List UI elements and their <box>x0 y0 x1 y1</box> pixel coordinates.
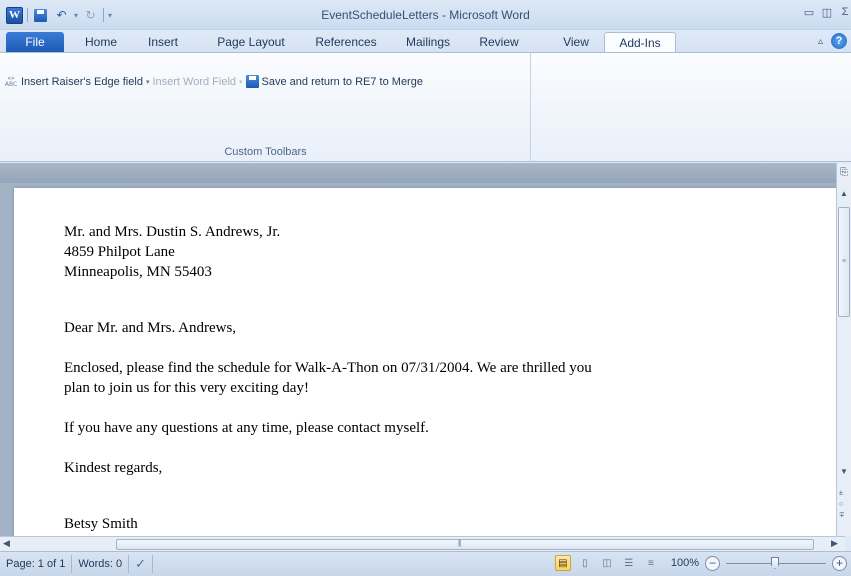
insert-re-field-label: Insert Raiser's Edge field <box>21 75 143 88</box>
paragraph-line: Enclosed, please find the schedule for W… <box>64 360 592 376</box>
paragraph-line: If you have any questions at any time, p… <box>64 420 429 436</box>
minimize-icon[interactable]: ▭ <box>803 6 815 19</box>
signature: Betsy Smith <box>64 516 138 532</box>
tab-mailings[interactable]: Mailings <box>396 32 460 52</box>
zoom-slider-knob[interactable] <box>771 557 779 569</box>
field-abc-icon: «» ABC <box>4 74 18 88</box>
vertical-scroll-thumb[interactable]: ≡ <box>838 207 850 317</box>
tab-references[interactable]: References <box>308 32 384 52</box>
window-controls: ▭ ◫ Σ <box>803 6 851 19</box>
chevron-down-icon: ▾ <box>145 78 150 86</box>
insert-word-field-label: Insert Word Field <box>152 75 237 88</box>
view-zoom-controls: ▤ ▯ ◫ ☰ ≡ 100% − + <box>554 555 847 571</box>
insert-raisers-edge-field-button[interactable]: «» ABC Insert Raiser's Edge field ▾ <box>4 74 150 88</box>
chevron-down-icon: ▾ <box>239 78 243 86</box>
outline-view-icon[interactable]: ☰ <box>621 555 637 571</box>
title-bar: W ↶ ▾ ↻ ▾ EventScheduleLetters - Microso… <box>0 0 851 30</box>
zoom-slider[interactable] <box>726 556 826 570</box>
save-return-merge-button[interactable]: Save and return to RE7 to Merge <box>245 75 423 88</box>
custom-toolbar-row: «» ABC Insert Raiser's Edge field ▾ Inser… <box>4 75 423 88</box>
print-layout-view-icon[interactable]: ▤ <box>554 555 571 571</box>
vertical-scrollbar[interactable]: ⎘ ▲ ≡ ▼ ± ○ ∓ <box>836 163 851 536</box>
close-icon[interactable]: Σ <box>839 6 851 19</box>
tab-home[interactable]: Home <box>78 32 124 52</box>
scroll-down-icon[interactable]: ▼ <box>837 467 851 481</box>
horizontal-scrollbar[interactable]: ◀ ||| ▶ <box>0 536 845 551</box>
help-icon[interactable]: ? <box>831 33 847 49</box>
view-ruler-icon[interactable]: ⎘ <box>837 167 851 181</box>
restore-icon[interactable]: ◫ <box>821 6 833 19</box>
scroll-right-icon[interactable]: ▶ <box>831 538 838 549</box>
status-bar: Page: 1 of 1 Words: 0 ✓ ▤ ▯ ◫ ☰ ≡ 100% −… <box>0 551 851 576</box>
tab-view[interactable]: View <box>556 32 596 52</box>
page-count[interactable]: Page: 1 of 1 <box>0 555 73 573</box>
closing: Kindest regards, <box>64 460 163 476</box>
document-page[interactable]: Mr. and Mrs. Dustin S. Andrews, Jr. 4859… <box>14 188 836 536</box>
full-screen-reading-icon[interactable]: ▯ <box>577 555 593 571</box>
tab-file[interactable]: File <box>6 32 64 52</box>
proofing-check-icon: ✓ <box>135 556 147 571</box>
ribbon-tabs: File Home Insert Page Layout References … <box>0 30 851 52</box>
save-return-label: Save and return to RE7 to Merge <box>261 75 423 88</box>
minimize-ribbon-icon[interactable]: ▵ <box>818 36 823 47</box>
ribbon-panel: «» ABC Insert Raiser's Edge field ▾ Inser… <box>0 52 851 162</box>
web-layout-icon[interactable]: ◫ <box>599 555 615 571</box>
browse-object-icons[interactable]: ± ○ ∓ <box>839 488 845 521</box>
address-line: Minneapolis, MN 55403 <box>64 264 212 280</box>
tab-review[interactable]: Review <box>470 32 528 52</box>
salutation: Dear Mr. and Mrs. Andrews, <box>64 320 237 336</box>
proofing-status[interactable]: ✓ <box>129 555 154 573</box>
scroll-left-icon[interactable]: ◀ <box>3 538 10 549</box>
grip-icon: ≡ <box>842 258 847 265</box>
ribbon-group-label: Custom Toolbars <box>224 146 307 158</box>
zoom-level[interactable]: 100% <box>671 557 699 569</box>
zoom-out-icon[interactable]: − <box>705 555 720 571</box>
ribbon-group-custom-toolbars: «» ABC Insert Raiser's Edge field ▾ Inser… <box>0 53 531 162</box>
word-count[interactable]: Words: 0 <box>72 555 130 573</box>
tab-insert[interactable]: Insert <box>140 32 186 52</box>
ruler-strip <box>0 163 845 183</box>
zoom-in-icon[interactable]: + <box>832 555 847 571</box>
tab-bar-right: ▵ ? <box>818 33 847 49</box>
tab-add-ins[interactable]: Add-Ins <box>604 32 676 52</box>
document-body[interactable]: Mr. and Mrs. Dustin S. Andrews, Jr. 4859… <box>64 222 592 534</box>
grip-icon: ||| <box>458 540 462 547</box>
scroll-up-icon[interactable]: ▲ <box>837 189 851 203</box>
draft-view-icon[interactable]: ≡ <box>643 555 659 571</box>
save-icon <box>245 75 259 88</box>
horizontal-scroll-thumb[interactable]: ||| <box>116 539 814 550</box>
address-line: 4859 Philpot Lane <box>64 244 175 260</box>
tab-page-layout[interactable]: Page Layout <box>208 32 294 52</box>
paragraph-line: plan to join us for this very exciting d… <box>64 380 309 396</box>
address-line: Mr. and Mrs. Dustin S. Andrews, Jr. <box>64 224 281 240</box>
document-area[interactable]: Mr. and Mrs. Dustin S. Andrews, Jr. 4859… <box>0 183 845 536</box>
insert-word-field-button[interactable]: Insert Word Field ▾ <box>152 76 242 88</box>
window-title: EventScheduleLetters - Microsoft Word <box>321 8 530 22</box>
